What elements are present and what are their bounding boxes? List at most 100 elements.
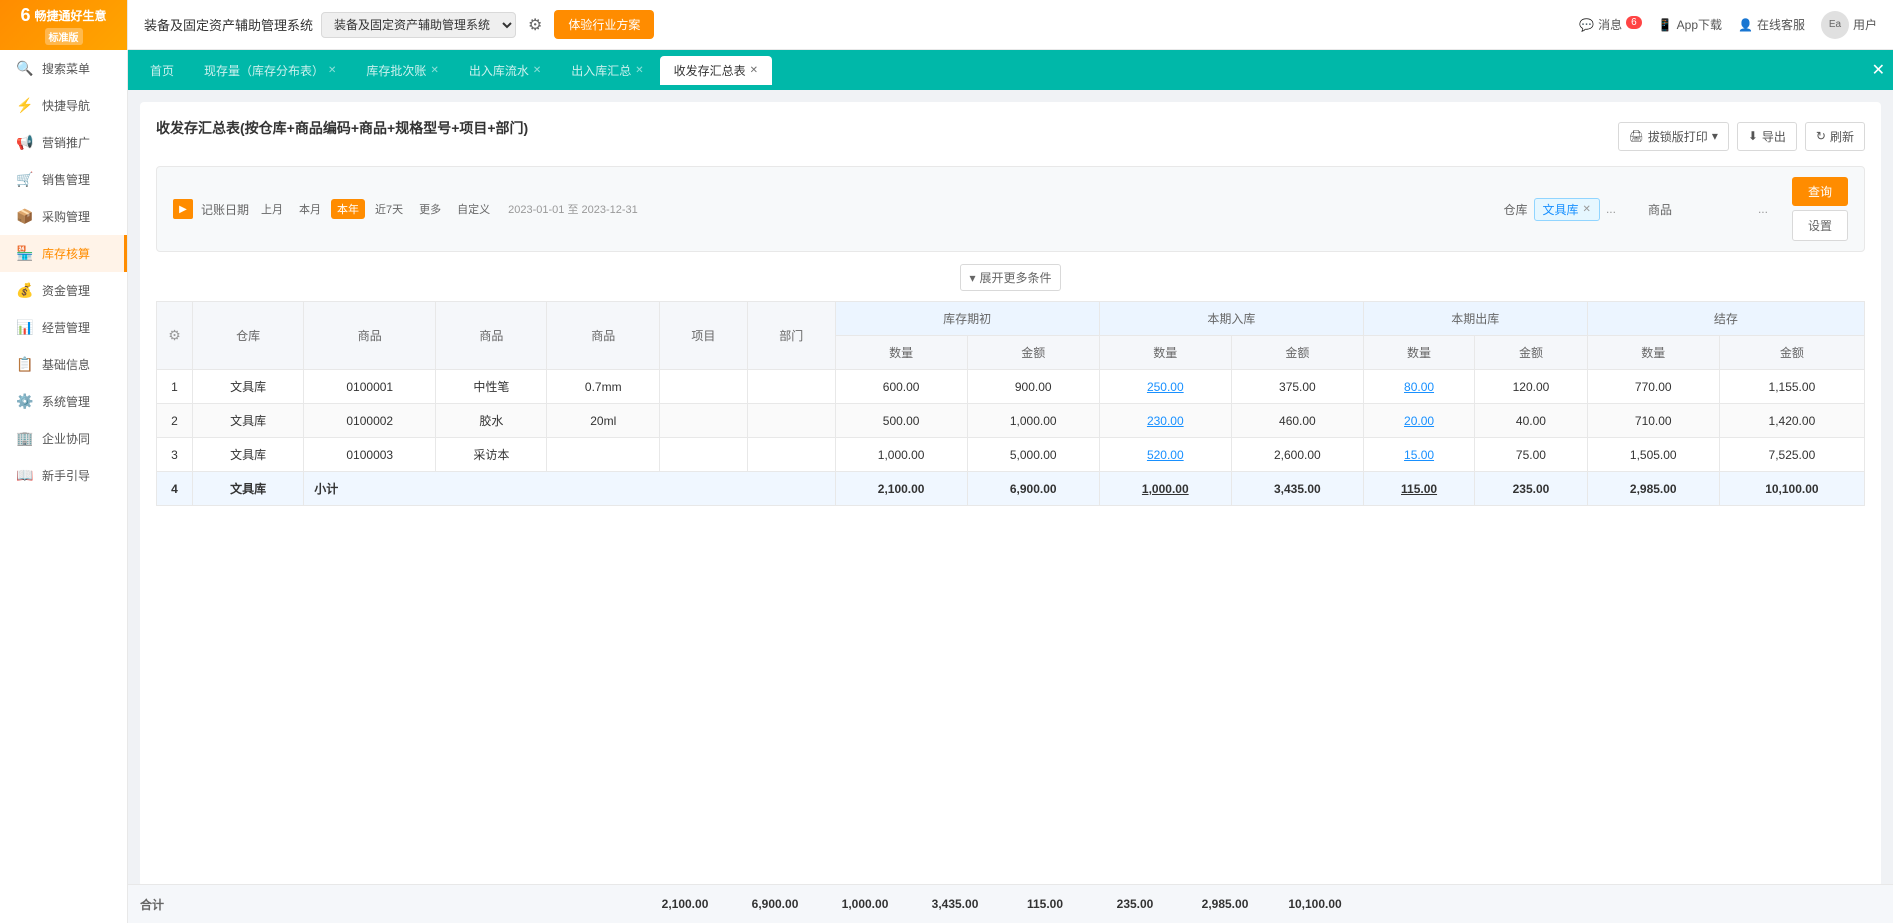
experience-btn[interactable]: 体验行业方案 — [554, 10, 654, 39]
tab-close-batch[interactable]: ✕ — [430, 65, 438, 76]
th-settings: ⚙ — [157, 302, 193, 370]
row-warehouse: 文具库 — [193, 404, 304, 438]
user-menu[interactable]: Ea 用户 — [1821, 11, 1877, 39]
row-in-qty[interactable]: 520.00 — [1099, 438, 1231, 472]
goods-more-btn[interactable]: ... — [1758, 202, 1768, 216]
tab-close-stock-dist[interactable]: ✕ — [328, 65, 336, 76]
export-label: 导出 — [1762, 128, 1786, 145]
th-goods-spec: 商品 — [547, 302, 660, 370]
row-goods-name: 中性笔 — [436, 370, 547, 404]
tab-home[interactable]: 首页 — [136, 56, 188, 85]
tab-recv-send[interactable]: 收发存汇总表 ✕ — [660, 56, 772, 85]
export-btn[interactable]: ⬇ 导出 — [1737, 122, 1797, 151]
total-bar: 合计 2,100.00 6,900.00 1,000.00 3,435.00 1… — [128, 884, 1893, 923]
th-balance-group: 结存 — [1587, 302, 1864, 336]
sidebar-item-label-operations: 经营管理 — [42, 319, 90, 336]
date-buttons: 上月 本月 本年 近7天 更多 自定义 — [255, 199, 496, 219]
date-btn-7days[interactable]: 近7天 — [369, 199, 409, 219]
row-out-qty[interactable]: 80.00 — [1363, 370, 1474, 404]
tab-close-recv-send[interactable]: ✕ — [750, 65, 758, 76]
subtotal-in-qty[interactable]: 1,000.00 — [1099, 472, 1231, 506]
app-name: 畅捷通好生意 — [35, 7, 107, 24]
sidebar-item-basic[interactable]: 📋 基础信息 — [0, 346, 127, 383]
row-goods-name: 采访本 — [436, 438, 547, 472]
row-goods-spec: 20ml — [547, 404, 660, 438]
settings-btn[interactable]: 设置 — [1792, 210, 1848, 241]
sidebar-item-label-sales: 销售管理 — [42, 171, 90, 188]
sidebar-item-operations[interactable]: 📊 经营管理 — [0, 309, 127, 346]
sidebar-item-sales[interactable]: 🛒 销售管理 — [0, 161, 127, 198]
tab-close-summary[interactable]: ✕ — [635, 65, 643, 76]
tab-flow[interactable]: 出入库流水 ✕ — [455, 56, 555, 85]
subtotal-balance-qty: 2,985.00 — [1587, 472, 1719, 506]
message-btn[interactable]: 💬 消息 6 — [1579, 16, 1642, 33]
refresh-btn[interactable]: ↻ 刷新 — [1805, 122, 1865, 151]
tab-summary[interactable]: 出入库汇总 ✕ — [557, 56, 657, 85]
row-balance-amt: 7,525.00 — [1719, 438, 1864, 472]
tab-label-flow: 出入库流水 — [469, 62, 529, 79]
sidebar-item-guide[interactable]: 📖 新手引导 — [0, 457, 127, 494]
date-btn-this-month[interactable]: 本月 — [293, 199, 327, 219]
sidebar-item-enterprise[interactable]: 🏢 企业协同 — [0, 420, 127, 457]
system-title: 装备及固定资产辅助管理系统 — [144, 15, 313, 34]
gear-icon[interactable]: ⚙ — [524, 11, 546, 39]
row-warehouse: 文具库 — [193, 370, 304, 404]
total-out-amt: 235.00 — [1090, 893, 1180, 915]
expand-more-btn[interactable]: ▾ 展开更多条件 — [960, 264, 1060, 291]
sidebar-item-search[interactable]: 🔍 搜索菜单 — [0, 50, 127, 87]
topbar: 装备及固定资产辅助管理系统 装备及固定资产辅助管理系统 ⚙ 体验行业方案 💬 消… — [128, 0, 1893, 50]
row-opening-amt: 1,000.00 — [967, 404, 1099, 438]
print-btn[interactable]: 🖨 拔锁版打印 ▾ — [1618, 122, 1729, 151]
chevron-down-icon: ▾ — [969, 271, 975, 285]
system-selector[interactable]: 装备及固定资产辅助管理系统 — [321, 12, 516, 38]
filter-toggle-btn[interactable]: ▶ — [173, 199, 193, 219]
date-btn-last-month[interactable]: 上月 — [255, 199, 289, 219]
row-goods-name: 胶水 — [436, 404, 547, 438]
table-settings-icon[interactable]: ⚙ — [168, 327, 181, 343]
goods-filter-label: 商品 — [1648, 201, 1672, 218]
th-out-group: 本期出库 — [1363, 302, 1587, 336]
sidebar-item-system[interactable]: ⚙️ 系统管理 — [0, 383, 127, 420]
row-out-qty[interactable]: 20.00 — [1363, 404, 1474, 438]
row-in-qty[interactable]: 230.00 — [1099, 404, 1231, 438]
tabbar-close-btn[interactable]: ✕ — [1872, 60, 1885, 80]
tab-stock-dist[interactable]: 现存量（库存分布表） ✕ — [190, 56, 350, 85]
sidebar-item-finance[interactable]: 💰 资金管理 — [0, 272, 127, 309]
message-badge: 6 — [1626, 16, 1642, 29]
tab-label-home: 首页 — [150, 62, 174, 79]
row-in-qty[interactable]: 250.00 — [1099, 370, 1231, 404]
sidebar-item-label-marketing: 营销推广 — [42, 134, 90, 151]
sidebar: 6 畅捷通好生意 标准版 🔍 搜索菜单 ⚡ 快捷导航 📢 营销推广 🛒 销售管理… — [0, 0, 128, 923]
row-balance-amt: 1,420.00 — [1719, 404, 1864, 438]
query-btn[interactable]: 查询 — [1792, 177, 1848, 206]
app-download-btn[interactable]: 📱 App下载 — [1658, 16, 1722, 33]
total-opening-amt: 6,900.00 — [730, 893, 820, 915]
subtotal-row: 4 文具库 小计 2,100.00 6,900.00 1,000.00 3,43… — [157, 472, 1865, 506]
table-row: 1 文具库 0100001 中性笔 0.7mm 600.00 900.00 25… — [157, 370, 1865, 404]
subtotal-in-amt: 3,435.00 — [1231, 472, 1363, 506]
subtotal-out-qty[interactable]: 115.00 — [1363, 472, 1474, 506]
sidebar-item-purchase[interactable]: 📦 采购管理 — [0, 198, 127, 235]
subtotal-balance-amt: 10,100.00 — [1719, 472, 1864, 506]
warehouse-tag-remove[interactable]: ✕ — [1583, 204, 1591, 215]
date-filter-group: 记账日期 上月 本月 本年 近7天 更多 自定义 — [201, 199, 496, 219]
warehouse-tag-value: 文具库 — [1543, 201, 1579, 218]
date-btn-custom[interactable]: 自定义 — [451, 199, 496, 219]
online-service-btn[interactable]: 👤 在线客服 — [1738, 16, 1805, 33]
row-balance-qty: 710.00 — [1587, 404, 1719, 438]
tab-close-flow[interactable]: ✕ — [533, 65, 541, 76]
date-btn-more[interactable]: 更多 — [413, 199, 447, 219]
sidebar-item-marketing[interactable]: 📢 营销推广 — [0, 124, 127, 161]
sidebar-item-inventory[interactable]: 🏪 库存核算 — [0, 235, 127, 272]
warehouse-more-btn[interactable]: ... — [1606, 202, 1616, 216]
row-in-amt: 2,600.00 — [1231, 438, 1363, 472]
tab-batch[interactable]: 库存批次账 ✕ — [352, 56, 452, 85]
row-project — [660, 370, 748, 404]
date-btn-this-year[interactable]: 本年 — [331, 199, 365, 219]
th-out-qty: 数量 — [1363, 336, 1474, 370]
row-out-qty[interactable]: 15.00 — [1363, 438, 1474, 472]
table-row: 2 文具库 0100002 胶水 20ml 500.00 1,000.00 23… — [157, 404, 1865, 438]
sales-icon: 🛒 — [16, 171, 34, 188]
sidebar-item-quick[interactable]: ⚡ 快捷导航 — [0, 87, 127, 124]
tab-label-stock-dist: 现存量（库存分布表） — [204, 62, 324, 79]
